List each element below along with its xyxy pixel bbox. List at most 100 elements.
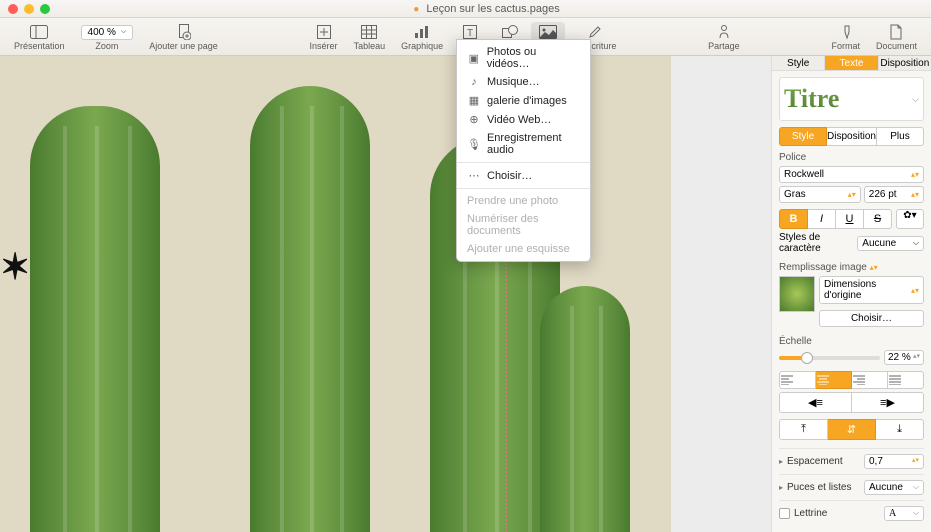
- tab-layout[interactable]: Disposition: [879, 56, 931, 70]
- disclosure-triangle-icon[interactable]: ▸: [779, 483, 783, 492]
- scale-label: Échelle: [779, 336, 924, 347]
- align-center-button[interactable]: [816, 371, 852, 389]
- stepper-icon: ▴▾: [848, 190, 856, 199]
- indent-button[interactable]: ≡▶: [852, 392, 924, 413]
- sidebar-icon: [30, 24, 48, 40]
- valign-middle-button[interactable]: ⇵: [828, 419, 876, 440]
- document-icon: [887, 24, 905, 40]
- menu-choose[interactable]: ⋯Choisir…: [457, 166, 590, 185]
- titlebar: ● Leçon sur les cactus.pages: [0, 0, 931, 18]
- menu-image-gallery[interactable]: ▦galerie d'images: [457, 91, 590, 110]
- font-family-select[interactable]: Rockwell▴▾: [779, 166, 924, 183]
- chevron-down-icon: ⌵: [913, 508, 919, 519]
- menu-web-video[interactable]: ⊕Vidéo Web…: [457, 110, 590, 129]
- page-gutter: [671, 56, 771, 532]
- minimize-window-button[interactable]: [24, 4, 34, 14]
- fill-image-swatch[interactable]: [779, 276, 815, 312]
- spacing-label: Espacement: [787, 456, 860, 467]
- paintbrush-icon: [837, 24, 855, 40]
- text-icon: T: [461, 24, 479, 40]
- table-button[interactable]: Tableau: [346, 22, 394, 51]
- share-icon: [715, 24, 733, 40]
- format-inspector: Style Texte Disposition Titre ⌵ Style Di…: [771, 56, 931, 532]
- shape-icon: [501, 24, 519, 40]
- strike-button[interactable]: S: [864, 209, 892, 229]
- svg-text:T: T: [467, 28, 473, 39]
- char-styles-label: Styles de caractère: [779, 232, 857, 254]
- insert-icon: [315, 24, 333, 40]
- menu-add-sketch: Ajouter une esquisse: [457, 240, 590, 258]
- tab-text[interactable]: Texte: [825, 56, 878, 70]
- valign-bottom-icon: ⤓: [897, 423, 902, 435]
- share-button[interactable]: Partage: [700, 22, 748, 51]
- indent-icon: ≡▶: [880, 397, 895, 409]
- valign-bottom-button[interactable]: ⤓: [876, 419, 924, 440]
- media-dropdown: ▣Photos ou vidéos… ♪Musique… ▦galerie d'…: [456, 39, 591, 262]
- document-canvas[interactable]: ✶: [0, 56, 771, 532]
- dropcap-checkbox[interactable]: [779, 508, 790, 519]
- font-size-field[interactable]: 226 pt▴▾: [864, 186, 924, 203]
- fullscreen-window-button[interactable]: [40, 4, 50, 14]
- bullets-select[interactable]: Aucune⌵: [864, 480, 924, 495]
- font-label: Police: [779, 152, 924, 163]
- font-weight-select[interactable]: Gras▴▾: [779, 186, 861, 203]
- zoom-control[interactable]: 400 %⌵ Zoom: [73, 23, 142, 51]
- menu-music[interactable]: ♪Musique…: [457, 73, 590, 91]
- media-icon: [539, 24, 557, 40]
- chevron-down-icon: ⌵: [121, 28, 126, 36]
- cactus-illustration: ✶: [0, 56, 771, 532]
- align-right-button[interactable]: [852, 371, 888, 389]
- unsaved-dot-icon: ●: [413, 4, 419, 15]
- char-styles-select[interactable]: Aucune⌵: [857, 236, 924, 251]
- bold-button[interactable]: B: [779, 209, 808, 229]
- bullets-label: Puces et listes: [787, 482, 860, 493]
- valign-top-icon: ⤒: [801, 423, 806, 435]
- align-left-button[interactable]: [779, 371, 816, 389]
- fill-choose-button[interactable]: Choisir…: [819, 310, 924, 327]
- paragraph-style-select[interactable]: Titre ⌵: [779, 77, 924, 121]
- menu-separator: [457, 162, 590, 163]
- chevron-down-icon: ⌵: [912, 94, 919, 105]
- window-controls: [8, 4, 50, 14]
- menu-record-audio[interactable]: 🎙Enregistrement audio: [457, 129, 590, 159]
- document-title: ● Leçon sur les cactus.pages: [50, 3, 923, 15]
- align-justify-button[interactable]: [888, 371, 924, 389]
- outdent-button[interactable]: ◀≡: [779, 392, 852, 413]
- tab-style[interactable]: Style: [772, 56, 825, 70]
- add-page-icon: [175, 24, 193, 40]
- advanced-font-button[interactable]: ✿▾: [896, 209, 924, 229]
- menu-photos-videos[interactable]: ▣Photos ou vidéos…: [457, 43, 590, 73]
- chevron-down-icon: ⌵: [913, 238, 919, 249]
- subtab-style[interactable]: Style: [779, 127, 827, 146]
- mic-icon: 🎙: [467, 138, 481, 151]
- stepper-icon: ▴▾: [911, 190, 919, 199]
- stepper-icon: ▴▾: [913, 352, 920, 363]
- pencil-icon: [586, 24, 604, 40]
- underline-button[interactable]: U: [836, 209, 864, 229]
- fill-mode-select[interactable]: Dimensions d'origine▴▾: [819, 276, 924, 304]
- chart-icon: [413, 24, 431, 40]
- italic-button[interactable]: I: [808, 209, 836, 229]
- menu-take-photo: Prendre une photo: [457, 192, 590, 210]
- disclosure-triangle-icon[interactable]: ▸: [779, 457, 783, 466]
- scale-value-field[interactable]: 22 %▴▾: [884, 350, 924, 365]
- insert-button[interactable]: Insérer: [302, 22, 346, 51]
- dropcap-style-select[interactable]: A⌵: [884, 506, 924, 521]
- chevron-down-icon: ⌵: [913, 482, 919, 493]
- inspector-tabs: Style Texte Disposition: [772, 56, 931, 71]
- ink-sketch: ✶: [0, 246, 30, 288]
- gallery-icon: ▦: [467, 94, 481, 107]
- document-button[interactable]: Document: [868, 22, 925, 51]
- spacing-select[interactable]: 0,7▴▾: [864, 454, 924, 469]
- format-button[interactable]: Format: [823, 22, 868, 51]
- close-window-button[interactable]: [8, 4, 18, 14]
- subtab-layout[interactable]: Disposition: [827, 127, 877, 146]
- presentation-button[interactable]: Présentation: [6, 22, 73, 51]
- chart-button[interactable]: Graphique: [393, 22, 451, 51]
- ellipsis-icon: ⋯: [467, 169, 481, 182]
- subtab-more[interactable]: Plus: [877, 127, 924, 146]
- scale-slider[interactable]: [779, 356, 880, 360]
- add-page-button[interactable]: Ajouter une page: [141, 22, 226, 51]
- stepper-icon: ▴▾: [912, 456, 919, 467]
- valign-top-button[interactable]: ⤒: [779, 419, 828, 440]
